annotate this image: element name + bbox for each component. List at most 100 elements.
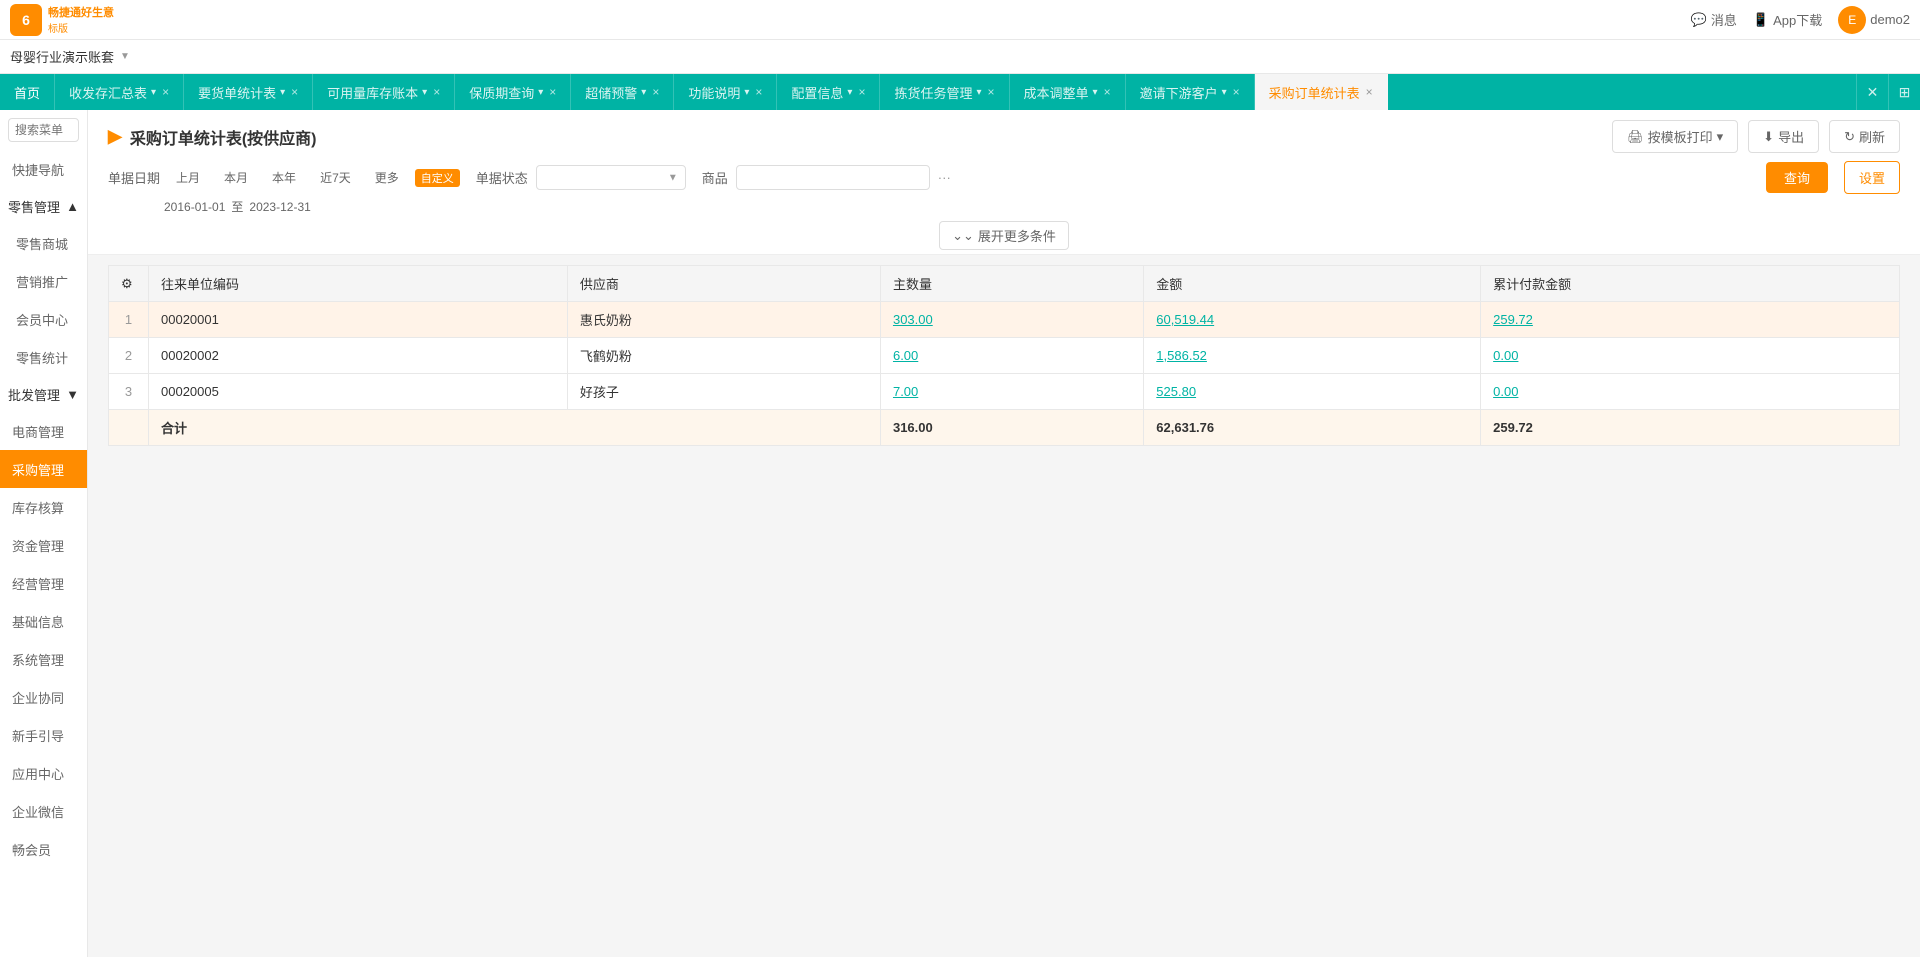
expand-button[interactable]: ⌄⌄ 展开更多条件 — [939, 221, 1069, 250]
sidebar-toggle-button[interactable]: ▶ — [108, 126, 122, 147]
shortcut-this-month[interactable]: 本月 — [216, 167, 256, 188]
shortcut-more[interactable]: 更多 — [367, 167, 407, 188]
tab-arrow-icon: ▾ — [744, 87, 749, 98]
app-download-button[interactable]: 📱 App下载 — [1753, 10, 1822, 29]
top-bar-left: 6 畅捷通好生意 标版 — [10, 4, 114, 36]
goods-filter-group: 商品 ··· — [702, 165, 951, 190]
cell-qty: 6.00 — [880, 338, 1143, 374]
shortcut-7days[interactable]: 近7天 — [312, 167, 359, 188]
sidebar-item-member[interactable]: 会员中心 — [0, 300, 87, 338]
status-label: 单据状态 — [476, 168, 528, 187]
tab-chengben[interactable]: 成本调整单 ▾ × — [1010, 74, 1126, 110]
logo-area: 6 畅捷通好生意 标版 — [10, 4, 114, 36]
tab-close-icon[interactable]: × — [433, 85, 440, 99]
message-button[interactable]: 💬 消息 — [1691, 10, 1737, 29]
tab-close-icon[interactable]: × — [162, 85, 169, 99]
tab-kuyong[interactable]: 可用量库存账本 ▾ × — [313, 74, 455, 110]
footer-label: 合计 — [149, 410, 881, 446]
refresh-button[interactable]: ↻ 刷新 — [1829, 120, 1900, 153]
tab-close-icon[interactable]: × — [755, 85, 762, 99]
goods-label: 商品 — [702, 168, 728, 187]
sidebar-item-retail-mgmt[interactable]: 零售管理 ▲ — [0, 188, 87, 224]
cell-supplier: 惠氏奶粉 — [567, 302, 880, 338]
sidebar-item-ecommerce[interactable]: 电商管理 — [0, 412, 87, 450]
date-from: 2016-01-01 — [164, 200, 225, 214]
th-supplier: 供应商 — [567, 266, 880, 302]
sidebar-item-inventory[interactable]: 库存核算 — [0, 488, 87, 526]
expand-row: ⌄⌄ 展开更多条件 — [108, 221, 1900, 250]
date-label: 单据日期 — [108, 168, 160, 187]
footer-amount: 62,631.76 — [1144, 410, 1481, 446]
sidebar-item-newbie[interactable]: 新手引导 — [0, 716, 87, 754]
tab-close-icon[interactable]: × — [1104, 85, 1111, 99]
sidebar-item-enterprise[interactable]: 企业协同 — [0, 678, 87, 716]
th-code: 往来单位编码 — [149, 266, 568, 302]
refresh-icon: ↻ — [1844, 129, 1855, 145]
table-row: 2 00020002 飞鹤奶粉 6.00 1,586.52 0.00 — [109, 338, 1900, 374]
tab-close-icon[interactable]: × — [988, 85, 995, 99]
cell-code: 00020002 — [149, 338, 568, 374]
th-settings[interactable]: ⚙ — [109, 266, 149, 302]
custom-date-tag[interactable]: 自定义 — [415, 169, 460, 187]
tab-arrow-icon: ▾ — [847, 87, 852, 98]
tab-gongneng[interactable]: 功能说明 ▾ × — [674, 74, 777, 110]
top-bar-right: 💬 消息 📱 App下载 E demo2 — [1691, 6, 1910, 34]
sidebar-item-quick-nav[interactable]: 快捷导航 — [0, 150, 87, 188]
sidebar-item-basics[interactable]: 基础信息 — [0, 602, 87, 640]
export-button[interactable]: ⬇ 导出 — [1748, 120, 1819, 153]
shortcut-this-year[interactable]: 本年 — [264, 167, 304, 188]
cell-supplier: 好孩子 — [567, 374, 880, 410]
table-row: 3 00020005 好孩子 7.00 525.80 0.00 — [109, 374, 1900, 410]
sidebar-item-operations[interactable]: 经营管理 — [0, 564, 87, 602]
tab-close-icon[interactable]: × — [1366, 85, 1373, 99]
content-area: ▶ 采购订单统计表(按供应商) 🖨 按模板打印 ▾ ⬇ 导出 ↻ 刷新 — [88, 110, 1920, 957]
tab-yaohuo[interactable]: 要货单统计表 ▾ × — [184, 74, 313, 110]
tab-chaochu[interactable]: 超储预警 ▾ × — [571, 74, 674, 110]
tab-home[interactable]: 首页 — [0, 74, 55, 110]
tab-close-icon[interactable]: × — [652, 85, 659, 99]
tab-close-icon[interactable]: × — [858, 85, 865, 99]
tab-expand-button[interactable]: ⊞ — [1888, 74, 1920, 110]
date-range-display: 2016-01-01 至 2023-12-31 — [108, 198, 1900, 215]
status-select[interactable] — [536, 165, 686, 190]
message-icon: 💬 — [1691, 12, 1707, 28]
search-input[interactable] — [8, 118, 79, 142]
sidebar-item-finance[interactable]: 资金管理 — [0, 526, 87, 564]
sidebar-item-wholesale[interactable]: 批发管理 ▼ — [0, 376, 87, 412]
sidebar-item-system[interactable]: 系统管理 — [0, 640, 87, 678]
settings-button[interactable]: 设置 — [1844, 161, 1900, 194]
user-area[interactable]: E demo2 — [1838, 6, 1910, 34]
page-title: 采购订单统计表(按供应商) — [130, 125, 317, 149]
sidebar-item-purchase[interactable]: 采购管理 — [0, 450, 87, 488]
tab-close-icon[interactable]: × — [1233, 85, 1240, 99]
tab-close-icon[interactable]: × — [549, 85, 556, 99]
tab-jianhuo[interactable]: 拣货任务管理 ▾ × — [880, 74, 1009, 110]
sidebar-item-appstore[interactable]: 应用中心 — [0, 754, 87, 792]
tab-shoufacun[interactable]: 收发存汇总表 ▾ × — [55, 74, 184, 110]
top-bar: 6 畅捷通好生意 标版 💬 消息 📱 App下载 E demo2 — [0, 0, 1920, 40]
cell-qty: 7.00 — [880, 374, 1143, 410]
tab-close-all-button[interactable]: ✕ — [1856, 74, 1888, 110]
goods-more-icon[interactable]: ··· — [938, 170, 951, 185]
goods-input[interactable] — [736, 165, 930, 190]
workspace-bar: 母婴行业演示账套 ▼ — [0, 40, 1920, 74]
cell-qty: 303.00 — [880, 302, 1143, 338]
workspace-selector[interactable]: 母婴行业演示账套 ▼ — [10, 47, 130, 66]
tab-close-icon[interactable]: × — [291, 85, 298, 99]
table-header-row: ⚙ 往来单位编码 供应商 主数量 金额 累计付款金额 — [109, 266, 1900, 302]
tab-invite[interactable]: 邀请下游客户 ▾ × — [1126, 74, 1255, 110]
chevron-down-icon: ▼ — [66, 387, 79, 402]
sidebar-item-member2[interactable]: 畅会员 — [0, 830, 87, 868]
query-button[interactable]: 查询 — [1766, 162, 1828, 193]
sidebar-item-wechat[interactable]: 企业微信 — [0, 792, 87, 830]
sidebar-item-retail-shop[interactable]: 零售商城 — [0, 224, 87, 262]
tab-peizhi[interactable]: 配置信息 ▾ × — [777, 74, 880, 110]
print-button[interactable]: 🖨 按模板打印 ▾ — [1612, 120, 1738, 153]
tab-baozhi[interactable]: 保质期查询 ▾ × — [455, 74, 571, 110]
cell-supplier: 飞鹤奶粉 — [567, 338, 880, 374]
tab-purchase-order[interactable]: 采购订单统计表 × — [1255, 74, 1388, 110]
shortcut-last-month[interactable]: 上月 — [168, 167, 208, 188]
th-paid: 累计付款金额 — [1481, 266, 1900, 302]
sidebar-item-marketing[interactable]: 营销推广 — [0, 262, 87, 300]
sidebar-item-retail-stats[interactable]: 零售统计 — [0, 338, 87, 376]
